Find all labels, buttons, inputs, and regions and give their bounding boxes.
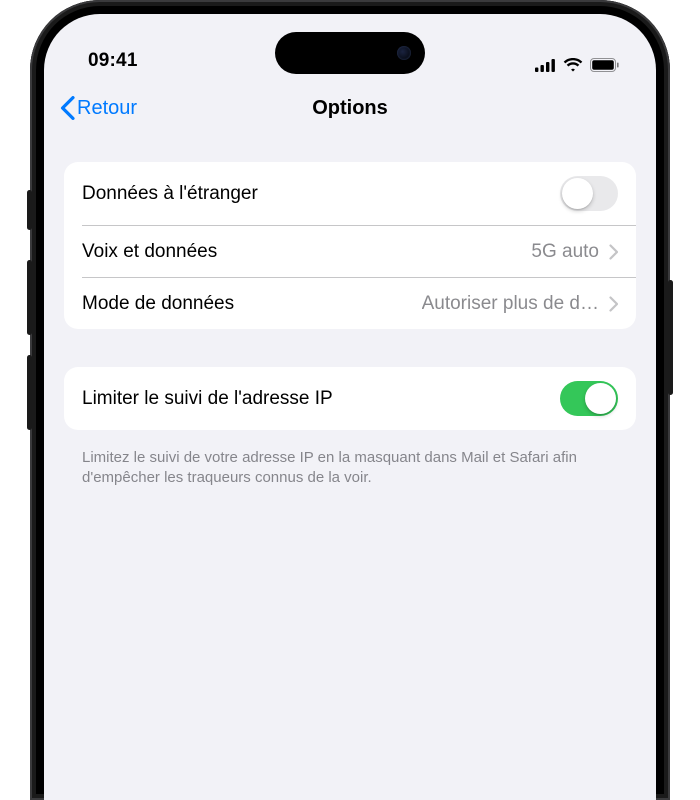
silent-switch (27, 190, 32, 230)
chevron-right-icon (609, 296, 618, 312)
back-button[interactable]: Retour (54, 90, 143, 126)
phone-frame: 09:41 Retour Options (30, 0, 670, 800)
limit-ip-tracking-label: Limiter le suivi de l'adresse IP (82, 388, 333, 410)
data-mode-label: Mode de données (82, 293, 234, 315)
voice-data-label: Voix et données (82, 241, 217, 263)
data-roaming-label: Données à l'étranger (82, 183, 258, 205)
limit-ip-tracking-row[interactable]: Limiter le suivi de l'adresse IP (64, 367, 636, 430)
power-button (668, 280, 673, 395)
voice-data-row[interactable]: Voix et données 5G auto (82, 225, 636, 277)
data-mode-value: Autoriser plus de d… (422, 293, 599, 315)
section-footer: Limitez le suivi de votre adresse IP en … (64, 440, 636, 489)
voice-data-value: 5G auto (531, 241, 599, 263)
chevron-left-icon (60, 96, 75, 120)
navigation-bar: Retour Options (44, 78, 656, 138)
privacy-section: Limiter le suivi de l'adresse IP (64, 367, 636, 430)
status-indicators (535, 58, 620, 72)
toggle-knob (585, 383, 616, 414)
front-camera-icon (397, 46, 411, 60)
data-mode-row[interactable]: Mode de données Autoriser plus de d… (82, 277, 636, 329)
battery-icon (590, 58, 620, 72)
limit-ip-tracking-toggle[interactable] (560, 381, 618, 416)
wifi-icon (563, 58, 583, 72)
page-title: Options (312, 97, 388, 120)
volume-up-button (27, 260, 32, 335)
volume-down-button (27, 355, 32, 430)
back-label: Retour (77, 97, 137, 120)
cellular-signal-icon (535, 58, 556, 72)
dynamic-island (275, 32, 425, 74)
data-roaming-row[interactable]: Données à l'étranger (64, 162, 636, 225)
data-roaming-toggle[interactable] (560, 176, 618, 211)
settings-content: Données à l'étranger Voix et données 5G … (44, 138, 656, 489)
cellular-options-section: Données à l'étranger Voix et données 5G … (64, 162, 636, 329)
screen: 09:41 Retour Options (44, 14, 656, 800)
status-time: 09:41 (88, 50, 138, 72)
chevron-right-icon (609, 244, 618, 260)
toggle-knob (562, 178, 593, 209)
